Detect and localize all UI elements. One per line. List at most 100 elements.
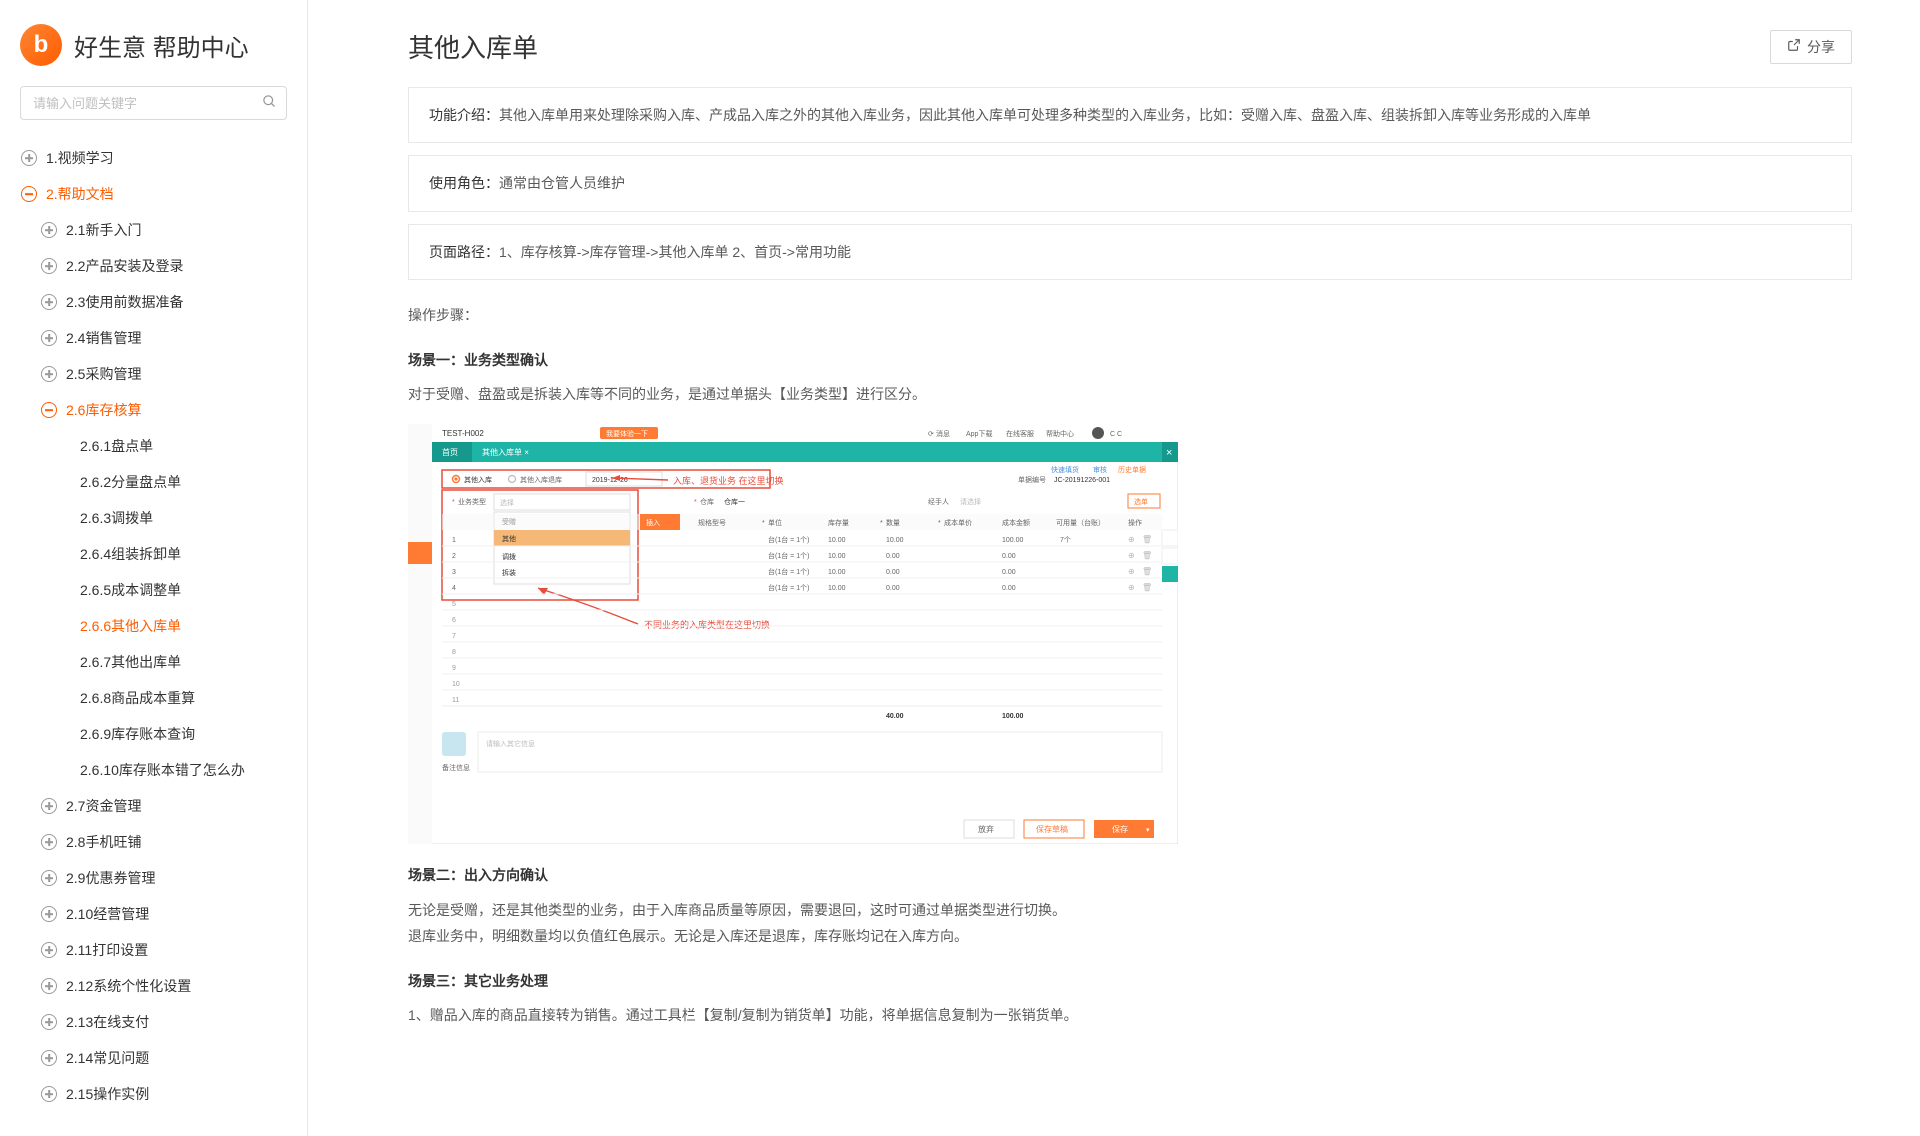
nav-item[interactable]: 2.3使用前数据准备 [40, 284, 287, 320]
svg-text:9: 9 [452, 665, 456, 672]
nav-item[interactable]: 2.6.6其他入库单 [80, 608, 287, 644]
page-title: 其他入库单 [408, 28, 538, 65]
nav-item[interactable]: 2.6.9库存账本查询 [80, 716, 287, 752]
nav-label: 2.6.2分量盘点单 [80, 472, 181, 492]
svg-text:其他入库: 其他入库 [464, 475, 492, 484]
svg-text:*: * [880, 520, 883, 527]
nav-item[interactable]: 2.6.4组装拆卸单 [80, 536, 287, 572]
nav-item[interactable]: 2.11打印设置 [40, 932, 287, 968]
nav-label: 2.6.4组装拆卸单 [80, 544, 181, 564]
nav-item[interactable]: 2.9优惠券管理 [40, 860, 287, 896]
scene2-title: 场景二：出入方向确认 [408, 862, 1852, 889]
nav-item[interactable]: 2.6.8商品成本重算 [80, 680, 287, 716]
svg-text:选单: 选单 [1134, 497, 1148, 506]
nav-item[interactable]: 2.8手机旺铺 [40, 824, 287, 860]
plus-circle-icon [40, 833, 58, 851]
svg-text:帮助中心: 帮助中心 [1046, 429, 1074, 438]
logo-text: 好生意 帮助中心 [74, 28, 249, 63]
svg-text:40.00: 40.00 [886, 713, 904, 720]
svg-text:3: 3 [452, 569, 456, 576]
svg-text:入库、退货业务 在这里切换: 入库、退货业务 在这里切换 [673, 475, 784, 486]
nav-label: 2.12系统个性化设置 [66, 976, 191, 996]
plus-circle-icon [40, 905, 58, 923]
svg-text:⟳: ⟳ [928, 431, 934, 438]
svg-text:其他入库退库: 其他入库退库 [520, 475, 562, 484]
nav-label: 2.11打印设置 [66, 940, 148, 960]
nav-item[interactable]: 2.6.7其他出库单 [80, 644, 287, 680]
nav-label: 2.5采购管理 [66, 364, 141, 384]
svg-text:⊕: ⊕ [1128, 551, 1135, 560]
share-button[interactable]: 分享 [1770, 30, 1852, 64]
nav-item[interactable]: 2.13在线支付 [40, 1004, 287, 1040]
svg-text:台(1台 = 1个): 台(1台 = 1个) [768, 551, 809, 560]
svg-text:10.00: 10.00 [828, 585, 846, 592]
nav-item[interactable]: 2.1新手入门 [40, 212, 287, 248]
svg-text:消息: 消息 [936, 429, 950, 438]
nav-item[interactable]: 2.4销售管理 [40, 320, 287, 356]
logo-row: b 好生意 帮助中心 [20, 24, 287, 66]
share-label: 分享 [1807, 37, 1835, 57]
svg-text:台(1台 = 1个): 台(1台 = 1个) [768, 567, 809, 576]
svg-text:其他入库单 ×: 其他入库单 × [482, 447, 529, 457]
svg-text:100.00: 100.00 [1002, 537, 1024, 544]
plus-circle-icon [40, 1049, 58, 1067]
plus-circle-icon [40, 257, 58, 275]
svg-text:选择: 选择 [500, 498, 514, 507]
svg-text:其他: 其他 [502, 534, 516, 543]
svg-text:仓库: 仓库 [700, 497, 714, 506]
svg-text:C C: C C [1110, 431, 1122, 438]
svg-text:⊕: ⊕ [1128, 535, 1135, 544]
nav-label: 2.3使用前数据准备 [66, 292, 183, 312]
plus-circle-icon [40, 221, 58, 239]
screenshot-image: TEST-H002 我要体验一下 ⟳ 消息 App下载 在线客服 帮助中心 C … [408, 424, 1852, 844]
plus-circle-icon [40, 977, 58, 995]
nav-item[interactable]: 2.10经营管理 [40, 896, 287, 932]
nav-label: 2.帮助文档 [46, 184, 114, 204]
nav-item[interactable]: 2.6.5成本调整单 [80, 572, 287, 608]
svg-text:台(1台 = 1个): 台(1台 = 1个) [768, 583, 809, 592]
nav-item[interactable]: 2.6.10库存账本错了怎么办 [80, 752, 287, 788]
nav-item[interactable]: 2.6.2分量盘点单 [80, 464, 287, 500]
plus-circle-icon [40, 941, 58, 959]
svg-text:规格型号: 规格型号 [698, 518, 726, 527]
nav-item[interactable]: 2.2产品安装及登录 [40, 248, 287, 284]
nav-item[interactable]: 2.6库存核算 [40, 392, 287, 428]
plus-circle-icon [40, 869, 58, 887]
svg-text:10: 10 [452, 681, 460, 688]
svg-text:业务类型: 业务类型 [458, 497, 486, 506]
info-intro: 功能介绍：其他入库单用来处理除采购入库、产成品入库之外的其他入库业务，因此其他入… [408, 87, 1852, 143]
nav-item[interactable]: 2.5采购管理 [40, 356, 287, 392]
nav-item[interactable]: 1.视频学习 [20, 140, 287, 176]
content: 操作步骤： 场景一：业务类型确认 对于受赠、盘盈或是拆装入库等不同的业务，是通过… [408, 302, 1852, 1029]
svg-text:4: 4 [452, 585, 456, 592]
svg-text:快速填货: 快速填货 [1051, 465, 1079, 474]
nav: 1.视频学习 2.帮助文档 2.1新手入门2.2产品安装及登录 2.3使用前数据准备 2… [20, 140, 287, 1112]
svg-text:拆装: 拆装 [502, 568, 516, 577]
search-input[interactable] [20, 86, 287, 120]
nav-label: 2.4销售管理 [66, 328, 141, 348]
nav-label: 2.10经营管理 [66, 904, 149, 924]
nav-label: 2.6.7其他出库单 [80, 652, 181, 672]
svg-text:🗑: 🗑 [1142, 567, 1152, 576]
svg-text:6: 6 [452, 617, 456, 624]
svg-text:🗑: 🗑 [1142, 551, 1152, 560]
svg-text:7: 7 [452, 633, 456, 640]
nav-label: 2.6.9库存账本查询 [80, 724, 195, 744]
search-box [20, 86, 287, 120]
nav-item[interactable]: 2.7资金管理 [40, 788, 287, 824]
nav-item[interactable]: 2.6.1盘点单 [80, 428, 287, 464]
nav-item[interactable]: 2.6.3调拨单 [80, 500, 287, 536]
scene3-p1: 1、赠品入库的商品直接转为销售。通过工具栏【复制/复制为销货单】功能，将单据信息… [408, 1002, 1852, 1029]
nav-item[interactable]: 2.帮助文档 [20, 176, 287, 212]
nav-label: 2.6.3调拨单 [80, 508, 153, 528]
plus-circle-icon [40, 329, 58, 347]
svg-text:0.00: 0.00 [1002, 585, 1016, 592]
nav-label: 2.14常见问题 [66, 1048, 149, 1068]
svg-text:调拨: 调拨 [502, 552, 516, 561]
svg-text:0.00: 0.00 [886, 553, 900, 560]
nav-item[interactable]: 2.14常见问题 [40, 1040, 287, 1076]
nav-item[interactable]: 2.15操作实例 [40, 1076, 287, 1112]
plus-circle-icon [40, 1085, 58, 1103]
nav-label: 2.9优惠券管理 [66, 868, 155, 888]
svg-text:11: 11 [452, 697, 459, 704]
